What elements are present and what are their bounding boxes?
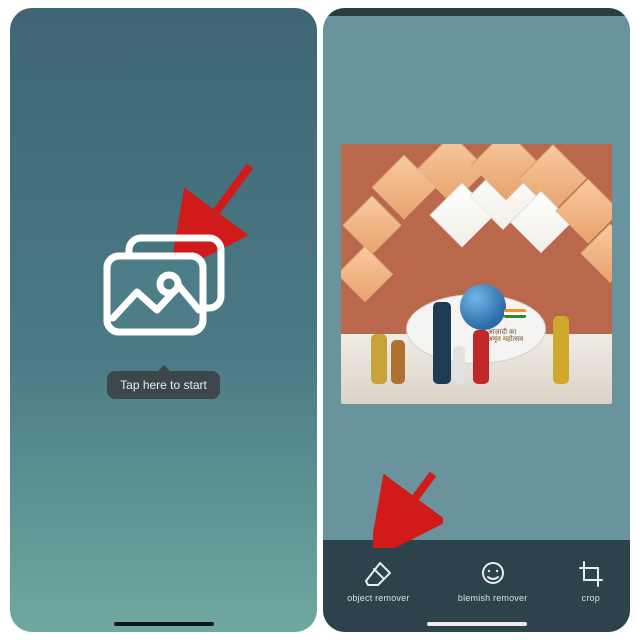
editor-screen: आज़ादी का अमृत महोत्सव <box>323 8 630 632</box>
face-retouch-icon <box>478 560 508 588</box>
home-indicator <box>114 622 214 626</box>
editor-canvas[interactable]: आज़ादी का अमृत महोत्सव <box>323 8 630 540</box>
eraser-icon <box>363 560 393 588</box>
tool-blemish-remover[interactable]: blemish remover <box>458 560 528 603</box>
status-bar-stub <box>323 8 630 16</box>
tool-label: object remover <box>347 593 409 603</box>
tool-label: crop <box>582 593 600 603</box>
start-tooltip-text: Tap here to start <box>120 378 207 392</box>
loaded-photo[interactable]: आज़ादी का अमृत महोत्सव <box>341 144 613 404</box>
pedestal-caption: आज़ादी का अमृत महोत्सव <box>487 329 523 344</box>
editor-toolbar: object remover blemish remover <box>323 540 630 632</box>
start-screen: Tap here to start <box>10 8 317 632</box>
crop-icon <box>576 560 606 588</box>
tool-crop[interactable]: crop <box>576 560 606 603</box>
home-indicator <box>427 622 527 626</box>
start-tooltip: Tap here to start <box>107 371 220 399</box>
gallery-icon <box>99 232 229 342</box>
open-gallery-button[interactable] <box>99 232 229 347</box>
tool-label: blemish remover <box>458 593 528 603</box>
tool-object-remover[interactable]: object remover <box>347 560 409 603</box>
